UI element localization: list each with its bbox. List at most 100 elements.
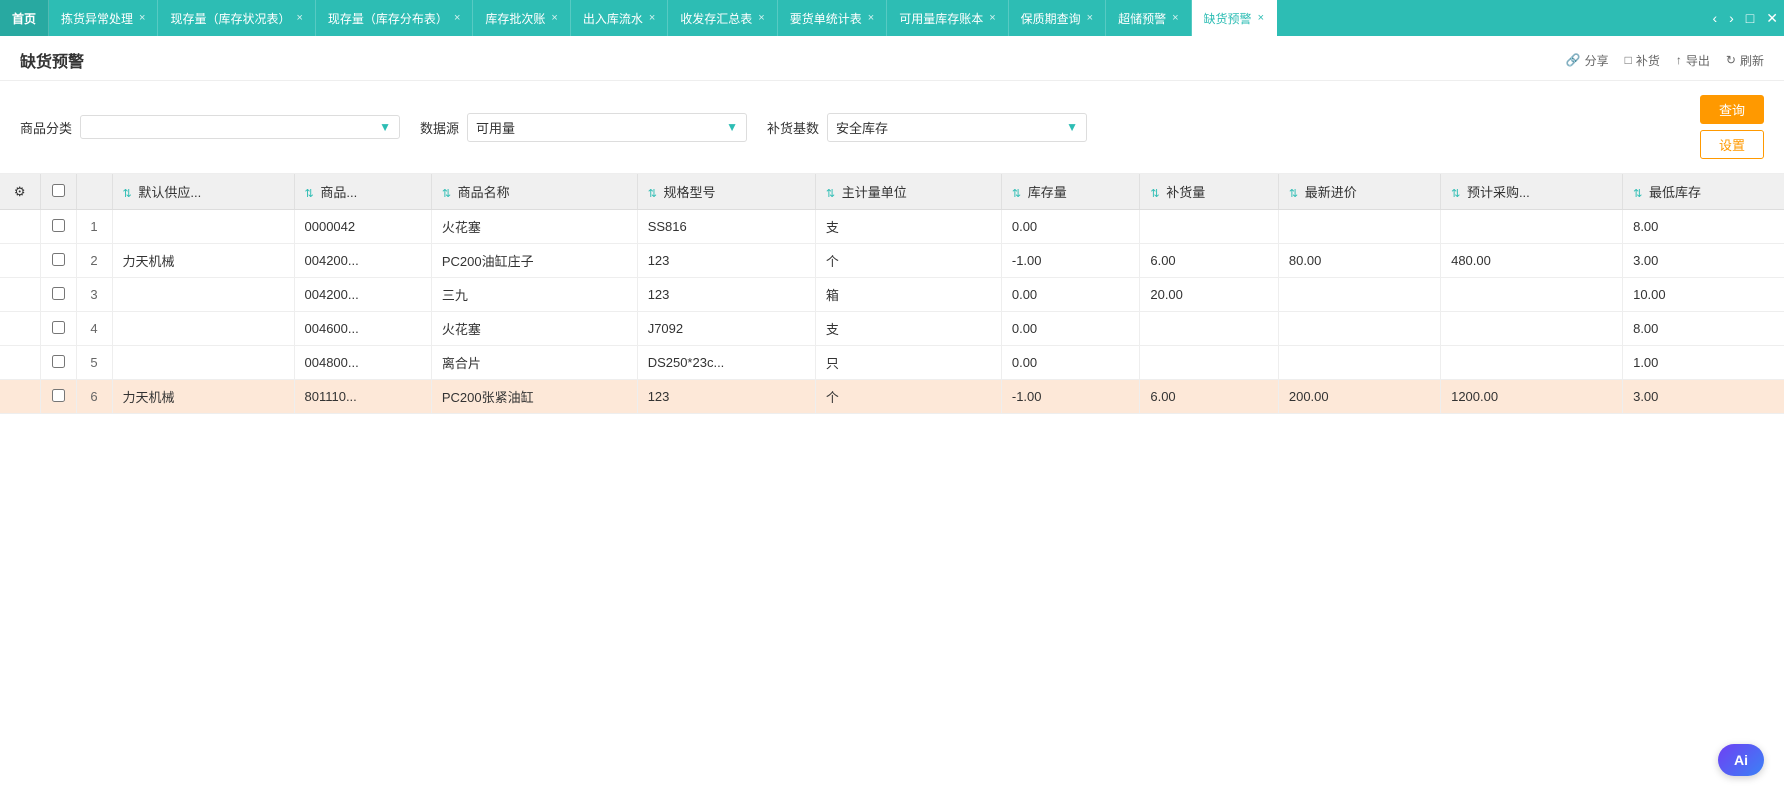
ai-badge[interactable]: Ai [1718,744,1764,776]
sort-icon-stock: ⇅ [1012,188,1021,200]
tab-collect-summary-label: 收发存汇总表 [680,10,752,27]
cell-spec: J7092 [637,312,815,346]
replenish-basis-value: 安全库存 [836,118,888,137]
cell-default-supplier: 力天机械 [112,380,294,414]
row-number: 4 [76,312,112,346]
th-row-num [76,174,112,210]
replenish-basis-filter-group: 补货基数 安全库存 ▼ [767,113,1087,142]
share-button[interactable]: 🔗 分享 [1566,52,1609,69]
table-row: 4004600...火花塞J7092支0.008.00 [0,312,1784,346]
tab-inventory-status-close[interactable]: × [296,12,302,24]
replenish-basis-select[interactable]: 安全库存 ▼ [827,113,1087,142]
main-content: 缺货预警 🔗 分享 □ 补货 ↑ 导出 ↻ 刷新 商品分类 [0,36,1784,796]
cell-est-purchase: 1200.00 [1441,380,1623,414]
refresh-label: 刷新 [1740,52,1764,69]
tab-collect-summary-close[interactable]: × [758,12,764,24]
th-spec: ⇅ 规格型号 [637,174,815,210]
sort-icon-min: ⇅ [1633,188,1642,200]
table-container: ⚙ ⇅ 默认供应... ⇅ 商品... ⇅ [0,174,1784,414]
table-body: 10000042火花塞SS816支0.008.002力天机械004200...P… [0,210,1784,414]
tab-available-ledger-label: 可用量库存账本 [899,10,983,27]
datasource-dropdown-icon: ▼ [726,120,738,134]
row-checkbox[interactable] [52,321,65,334]
row-number: 3 [76,278,112,312]
th-product-code: ⇅ 商品... [294,174,431,210]
cell-latest-price [1278,210,1440,244]
tab-inout-flow-close[interactable]: × [649,12,655,24]
export-button[interactable]: ↑ 导出 [1676,52,1710,69]
tab-inventory-dist[interactable]: 现存量（库存分布表） × [316,0,473,36]
tab-available-ledger[interactable]: 可用量库存账本 × [887,0,1008,36]
row-checkbox[interactable] [52,389,65,402]
nav-close-btn[interactable]: ✕ [1760,0,1784,36]
refresh-button[interactable]: ↻ 刷新 [1726,52,1764,69]
cell-stock: 0.00 [1001,312,1140,346]
tab-inventory-status[interactable]: 现存量（库存状况表） × [158,0,315,36]
row-checkbox[interactable] [52,253,65,266]
datasource-filter-group: 数据源 可用量 ▼ [420,113,747,142]
select-all-checkbox[interactable] [52,184,65,197]
tab-abnormal-close[interactable]: × [139,12,145,24]
nav-next-btn[interactable]: › [1723,0,1740,36]
cell-product-name: PC200油缸庄子 [431,244,637,278]
row-checkbox[interactable] [52,355,65,368]
cell-spec: 123 [637,244,815,278]
cell-unit: 支 [815,210,1001,244]
share-icon: 🔗 [1566,53,1581,67]
cell-replenish-qty: 6.00 [1140,380,1279,414]
tab-inventory-dist-close[interactable]: × [454,12,460,24]
tab-expiry[interactable]: 保质期查询 × [1009,0,1106,36]
th-default-supplier: ⇅ 默认供应... [112,174,294,210]
tab-inout-flow[interactable]: 出入库流水 × [571,0,668,36]
cell-replenish-qty: 20.00 [1140,278,1279,312]
sort-icon-name: ⇅ [442,188,451,200]
tab-overstock-close[interactable]: × [1172,12,1178,24]
export-icon: ↑ [1676,53,1682,67]
category-select[interactable]: ▼ [80,115,400,139]
datasource-select-value: 可用量 [476,118,515,137]
row-checkbox[interactable] [52,287,65,300]
sort-icon-unit: ⇅ [826,188,835,200]
table-row: 5004800...离合片DS250*23c...只0.001.00 [0,346,1784,380]
cell-product-name: 三九 [431,278,637,312]
tab-inventory-status-label: 现存量（库存状况表） [170,10,290,27]
nav-window-btn[interactable]: □ [1740,0,1760,36]
sort-icon-est: ⇅ [1451,188,1460,200]
tab-home[interactable]: 首页 [0,0,49,36]
tab-collect-summary[interactable]: 收发存汇总表 × [668,0,777,36]
share-label: 分享 [1585,52,1609,69]
row-checkbox[interactable] [52,219,65,232]
tab-batch-account[interactable]: 库存批次账 × [473,0,570,36]
tab-order-stat-close[interactable]: × [868,12,874,24]
replenish-button[interactable]: □ 补货 [1625,52,1660,69]
tab-abnormal[interactable]: 拣货异常处理 × [49,0,158,36]
row-gear-cell [0,210,40,244]
cell-est-purchase [1441,278,1623,312]
row-gear-cell [0,244,40,278]
nav-prev-btn[interactable]: ‹ [1706,0,1723,36]
tab-overstock[interactable]: 超储预警 × [1106,0,1191,36]
cell-stock: 0.00 [1001,210,1140,244]
filter-actions: 查询 设置 [1700,95,1764,159]
th-unit: ⇅ 主计量单位 [815,174,1001,210]
tab-shortage[interactable]: 缺货预警 × [1192,0,1277,36]
cell-min-stock: 3.00 [1623,380,1784,414]
query-button[interactable]: 查询 [1700,95,1764,124]
replenish-label: 补货 [1636,52,1660,69]
settings-button[interactable]: 设置 [1700,130,1764,159]
page-header: 缺货预警 🔗 分享 □ 补货 ↑ 导出 ↻ 刷新 [0,36,1784,81]
gear-icon[interactable]: ⚙ [14,184,26,199]
cell-replenish-qty [1140,346,1279,380]
cell-product-code: 004200... [294,278,431,312]
row-number: 5 [76,346,112,380]
th-product-name: ⇅ 商品名称 [431,174,637,210]
row-number: 6 [76,380,112,414]
tab-order-stat[interactable]: 要货单统计表 × [778,0,887,36]
sort-icon-supplier: ⇅ [123,188,132,200]
tab-batch-account-close[interactable]: × [551,12,557,24]
tab-order-stat-label: 要货单统计表 [790,10,862,27]
tab-available-ledger-close[interactable]: × [989,12,995,24]
datasource-select[interactable]: 可用量 ▼ [467,113,747,142]
tab-shortage-close[interactable]: × [1258,12,1264,24]
tab-expiry-close[interactable]: × [1087,12,1093,24]
